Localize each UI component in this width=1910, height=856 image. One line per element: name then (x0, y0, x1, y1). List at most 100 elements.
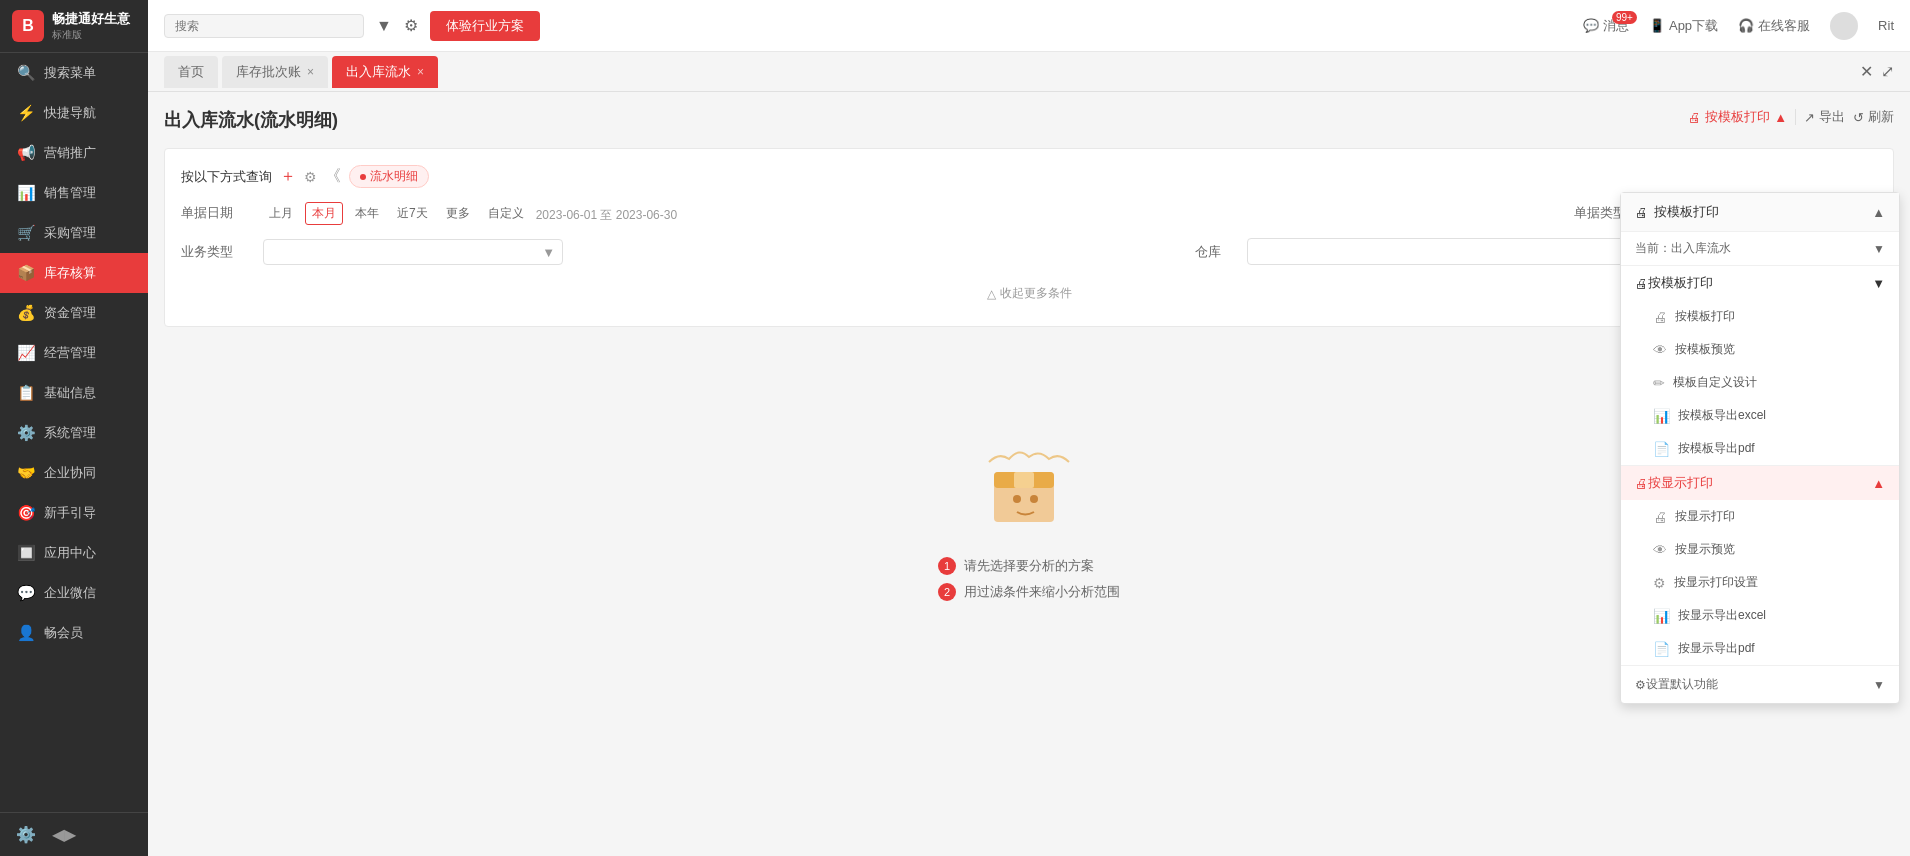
display-print-item[interactable]: 🖨 按显示打印 (1621, 500, 1899, 533)
dropdown-print-icon: 🖨 (1635, 205, 1648, 220)
display-settings-label: 按显示打印设置 (1674, 574, 1758, 591)
search-dropdown-button[interactable]: ▼ (376, 17, 392, 35)
sidebar-item-label: 快捷导航 (44, 104, 96, 122)
date-this-year[interactable]: 本年 (349, 203, 385, 224)
sidebar-item-label: 基础信息 (44, 384, 96, 402)
app-download-button[interactable]: 📱 App下载 (1649, 17, 1718, 35)
sidebar-item-guide[interactable]: 🎯 新手引导 (0, 493, 148, 533)
sidebar-item-apps[interactable]: 🔲 应用中心 (0, 533, 148, 573)
tab-home-label: 首页 (178, 63, 204, 81)
sidebar-item-label: 畅会员 (44, 624, 83, 642)
svg-rect-2 (1014, 472, 1034, 488)
export-button[interactable]: ↗ 导出 (1804, 108, 1845, 126)
display-items: 🖨 按显示打印 👁 按显示预览 ⚙ 按显示打印设置 📊 按显示导出excel (1621, 500, 1899, 665)
display-pdf-item[interactable]: 📄 按显示导出pdf (1621, 632, 1899, 665)
print-button[interactable]: 🖨 按模板打印 ▲ (1688, 108, 1787, 126)
biz-type-label: 业务类型 (181, 243, 251, 261)
tab-batch-inventory[interactable]: 库存批次账 × (222, 56, 328, 88)
dropdown-collapse-icon[interactable]: ▲ (1872, 205, 1885, 220)
biz-type-select[interactable] (263, 239, 563, 265)
display-excel-label: 按显示导出excel (1678, 607, 1766, 624)
step2-num: 2 (938, 583, 956, 601)
sidebar-item-management[interactable]: 📈 经营管理 (0, 333, 148, 373)
sidebar-item-wechat[interactable]: 💬 企业微信 (0, 573, 148, 613)
template-design-label: 模板自定义设计 (1673, 374, 1757, 391)
sidebar-item-member[interactable]: 👤 畅会员 (0, 613, 148, 653)
avatar[interactable] (1830, 12, 1858, 40)
sidebar-item-shortcuts[interactable]: ⚡ 快捷导航 (0, 93, 148, 133)
refresh-button[interactable]: ↺ 刷新 (1853, 108, 1894, 126)
sidebar-item-label: 搜索菜单 (44, 64, 96, 82)
date-custom[interactable]: 自定义 (482, 203, 530, 224)
sidebar-item-marketing[interactable]: 📢 营销推广 (0, 133, 148, 173)
display-excel-item[interactable]: 📊 按显示导出excel (1621, 599, 1899, 632)
display-preview-item[interactable]: 👁 按显示预览 (1621, 533, 1899, 566)
header-gear-icon[interactable]: ⚙ (404, 16, 418, 35)
phone-icon: 📱 (1649, 18, 1665, 33)
empty-icon (979, 437, 1079, 537)
search-title: 按以下方式查询 (181, 168, 272, 186)
dropdown-current-label: 当前：出入库流水 (1635, 240, 1731, 257)
collapse-label: 收起更多条件 (1000, 285, 1072, 302)
export-icon: ↗ (1804, 110, 1815, 125)
template-preview-label: 按模板预览 (1675, 341, 1735, 358)
sidebar-item-inventory[interactable]: 📦 库存核算 (0, 253, 148, 293)
close-window-button[interactable]: ✕ (1860, 62, 1873, 81)
template-print-item[interactable]: 🖨 按模板打印 (1621, 300, 1899, 333)
display-preview-icon: 👁 (1653, 542, 1667, 558)
trial-button[interactable]: 体验行业方案 (430, 11, 540, 41)
collapse-icon: △ (987, 287, 996, 301)
template-design-item[interactable]: ✏ 模板自定义设计 (1621, 366, 1899, 399)
sidebar-item-label: 企业微信 (44, 584, 96, 602)
tab-inventory-flow-close[interactable]: × (417, 65, 424, 79)
finance-icon: 💰 (16, 303, 36, 323)
page-actions: 🖨 按模板打印 ▲ ↗ 导出 ↺ 刷新 (1688, 108, 1894, 126)
content-area: 出入库流水(流水明细) 🖨 按模板打印 ▲ ↗ 导出 ↺ 刷新 按以下方式查询 … (148, 92, 1910, 856)
dropdown-section-template-header[interactable]: 🖨 按模板打印 ▼ (1621, 266, 1899, 300)
sidebar-item-label: 库存核算 (44, 264, 96, 282)
sidebar-item-search[interactable]: 🔍 搜索菜单 (0, 53, 148, 93)
sidebar-item-basic[interactable]: 📋 基础信息 (0, 373, 148, 413)
tab-inventory-flow[interactable]: 出入库流水 × (332, 56, 438, 88)
display-settings-item[interactable]: ⚙ 按显示打印设置 (1621, 566, 1899, 599)
sidebar-item-system[interactable]: ⚙️ 系统管理 (0, 413, 148, 453)
tab-home[interactable]: 首页 (164, 56, 218, 88)
apps-icon: 🔲 (16, 543, 36, 563)
collapse-sidebar-icon[interactable]: ◀▶ (52, 825, 76, 844)
sidebar-item-purchase[interactable]: 🛒 采购管理 (0, 213, 148, 253)
message-icon: 💬 (1583, 18, 1599, 33)
tab-batch-inventory-close[interactable]: × (307, 65, 314, 79)
header-search-input[interactable] (164, 14, 364, 38)
settings-bottom-icon[interactable]: ⚙️ (16, 825, 36, 844)
template-preview-item[interactable]: 👁 按模板预览 (1621, 333, 1899, 366)
date-last-month[interactable]: 上月 (263, 203, 299, 224)
template-pdf-item[interactable]: 📄 按模板导出pdf (1621, 432, 1899, 465)
app-logo-text: 畅捷通好生意 标准版 (52, 10, 130, 42)
date-7days[interactable]: 近7天 (391, 203, 434, 224)
date-this-month[interactable]: 本月 (305, 202, 343, 225)
template-excel-item[interactable]: 📊 按模板导出excel (1621, 399, 1899, 432)
shortcut-icon: ⚡ (16, 103, 36, 123)
search-collapse-button[interactable]: 《 (325, 166, 341, 187)
search-settings-button[interactable]: ⚙ (304, 169, 317, 185)
sidebar-item-finance[interactable]: 💰 资金管理 (0, 293, 148, 333)
sidebar-item-label: 资金管理 (44, 304, 96, 322)
search-add-button[interactable]: ＋ (280, 166, 296, 187)
set-default-section[interactable]: ⚙ 设置默认功能 ▼ (1621, 666, 1899, 703)
step1-text: 请先选择要分析的方案 (964, 557, 1094, 575)
dropdown-section-display-header[interactable]: 🖨 按显示打印 ▲ (1621, 466, 1899, 500)
print-label: 按模板打印 (1705, 108, 1770, 126)
sidebar-item-collaboration[interactable]: 🤝 企业协同 (0, 453, 148, 493)
app-download-label: App下载 (1669, 17, 1718, 35)
sidebar-item-sales[interactable]: 📊 销售管理 (0, 173, 148, 213)
display-section-arrow: ▲ (1872, 476, 1885, 491)
maximize-window-button[interactable]: ⤢ (1881, 62, 1894, 81)
message-button[interactable]: 💬 消息 99+ (1583, 17, 1629, 35)
template-print-label: 按模板打印 (1675, 308, 1735, 325)
member-icon: 👤 (16, 623, 36, 643)
filter-tag[interactable]: 流水明细 (349, 165, 429, 188)
service-button[interactable]: 🎧 在线客服 (1738, 17, 1810, 35)
sidebar-item-label: 营销推广 (44, 144, 96, 162)
date-more[interactable]: 更多 (440, 203, 476, 224)
dropdown-section-display: 🖨 按显示打印 ▲ 🖨 按显示打印 👁 按显示预览 ⚙ (1621, 466, 1899, 666)
